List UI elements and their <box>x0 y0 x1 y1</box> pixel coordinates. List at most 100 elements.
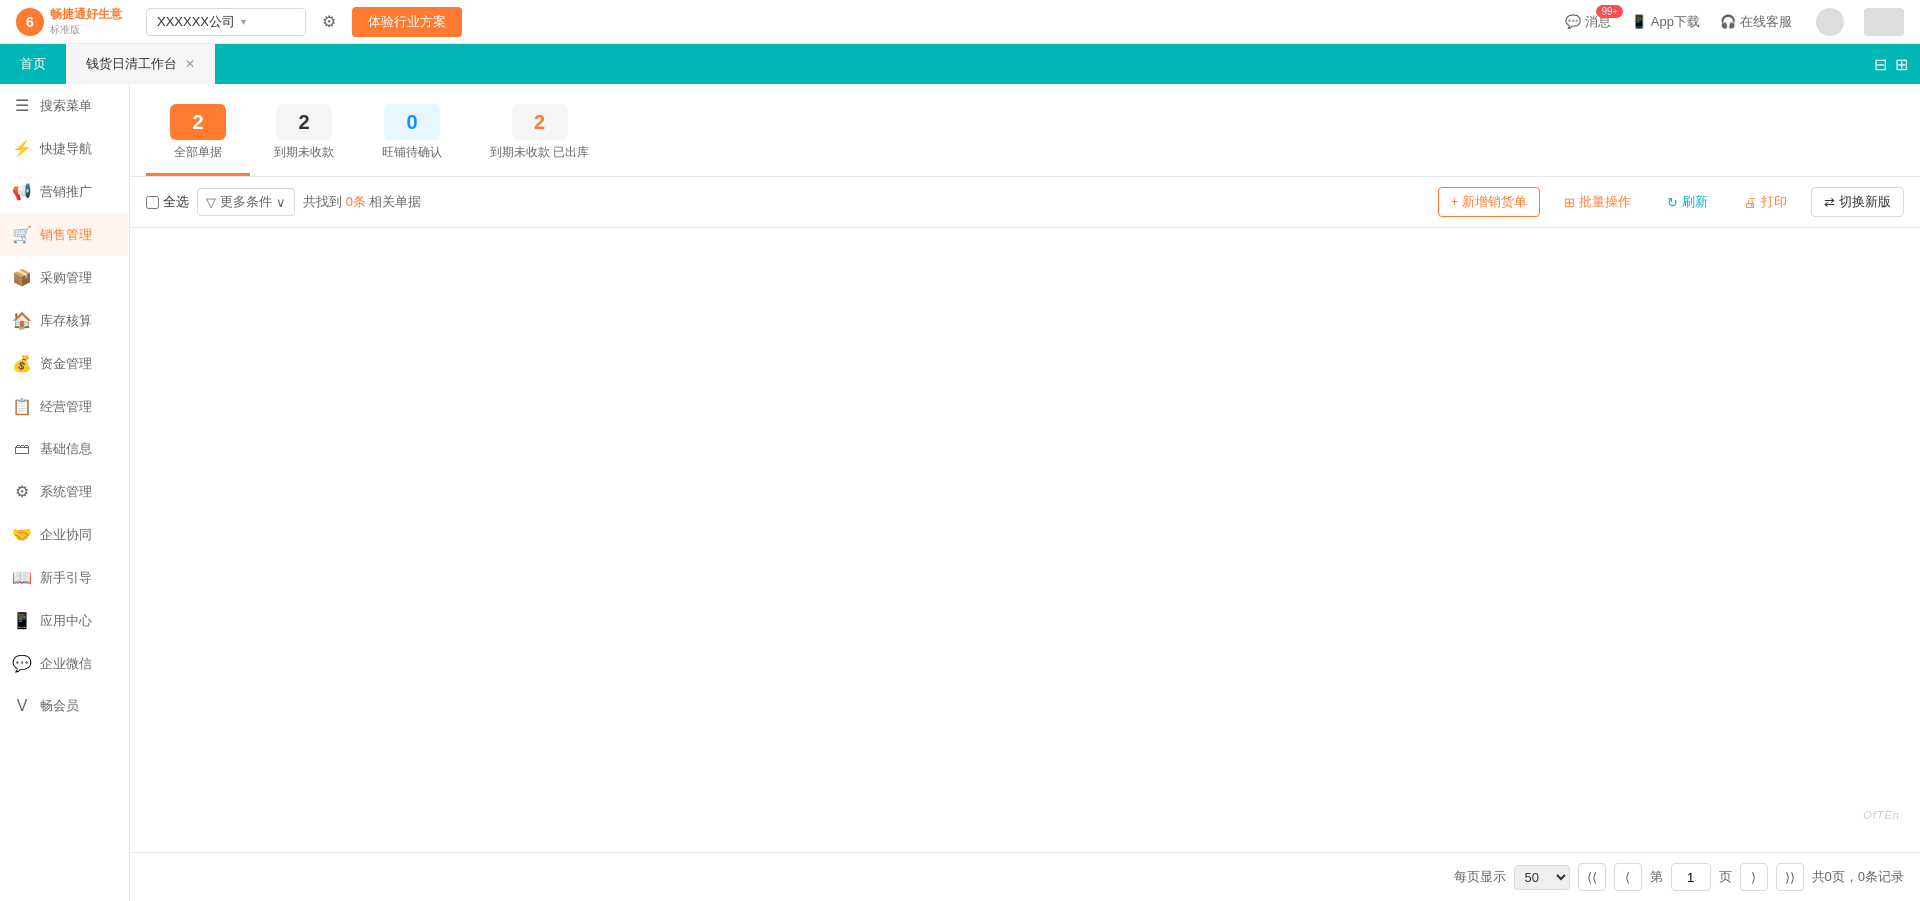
system-icon: ⚙ <box>12 482 32 501</box>
sidebar-item-search[interactable]: ☰ 搜索菜单 <box>0 84 129 127</box>
enterprise-icon: 🤝 <box>12 525 32 544</box>
basic-info-icon: 🗃 <box>12 440 32 458</box>
sidebar-enterprise-label: 企业协同 <box>40 526 92 544</box>
tab-minimize-button[interactable]: ⊟ <box>1874 55 1887 74</box>
per-page-label: 每页显示 <box>1454 868 1506 886</box>
found-count: 0条 <box>346 194 366 209</box>
sidebar-inventory-label: 库存核算 <box>40 312 92 330</box>
sidebar-app-center-label: 应用中心 <box>40 612 92 630</box>
message-badge: 99+ <box>1596 5 1622 18</box>
sidebar-member-label: 畅会员 <box>40 697 79 715</box>
message-icon: 💬 <box>1565 14 1581 29</box>
main-content: 2 全部单据 2 到期未收款 0 旺铺待确认 2 到期未收款 已出库 全选 <box>130 84 1920 901</box>
wechat-icon: 💬 <box>12 654 32 673</box>
refresh-label: 刷新 <box>1682 193 1708 211</box>
avatar[interactable] <box>1816 8 1844 36</box>
online-service-button[interactable]: 🎧 在线客服 <box>1720 13 1792 31</box>
stat-tab-shipped[interactable]: 2 到期未收款 已出库 <box>466 96 613 176</box>
app-download-button[interactable]: 📱 App下载 <box>1631 13 1700 31</box>
prev-page-button[interactable]: ⟨ <box>1614 863 1642 891</box>
toolbar-left: 全选 ▽ 更多条件 ∨ 共找到 0条 相关单据 <box>146 188 1426 216</box>
logo-badge: 标准版 <box>50 23 122 37</box>
switch-version-button[interactable]: ⇄ 切换新版 <box>1811 187 1904 217</box>
sidebar-item-system[interactable]: ⚙ 系统管理 <box>0 470 129 513</box>
user-panel[interactable] <box>1864 8 1904 36</box>
more-filter-button[interactable]: ▽ 更多条件 ∨ <box>197 188 295 216</box>
sidebar-search-label: 搜索菜单 <box>40 97 92 115</box>
sidebar-item-guide[interactable]: 📖 新手引导 <box>0 556 129 599</box>
sidebar-item-purchase[interactable]: 📦 采购管理 <box>0 256 129 299</box>
sidebar-item-wechat[interactable]: 💬 企业微信 <box>0 642 129 685</box>
stat-tab-overdue[interactable]: 2 到期未收款 <box>250 96 358 176</box>
select-all-input[interactable] <box>146 196 159 209</box>
sidebar-item-operation[interactable]: 📋 经营管理 <box>0 385 129 428</box>
tab-workbench[interactable]: 钱货日清工作台 ✕ <box>66 44 215 84</box>
batch-label: 批量操作 <box>1579 193 1631 211</box>
first-page-button[interactable]: ⟨⟨ <box>1578 863 1606 891</box>
batch-operation-button[interactable]: ⊞ 批量操作 <box>1552 188 1643 216</box>
settings-button[interactable]: ⚙ <box>318 8 340 35</box>
sales-icon: 🛒 <box>12 225 32 244</box>
sidebar-item-member[interactable]: V 畅会员 <box>0 685 129 727</box>
stat-number-pending: 0 <box>384 104 440 140</box>
sidebar-item-finance[interactable]: 💰 资金管理 <box>0 342 129 385</box>
chevron-down-icon: ▾ <box>241 16 246 27</box>
stat-tab-pending[interactable]: 0 旺铺待确认 <box>358 96 466 176</box>
stat-number-overdue: 2 <box>276 104 332 140</box>
print-label: 打印 <box>1761 193 1787 211</box>
brand-watermark: OfTEn <box>1863 809 1900 821</box>
stat-label-shipped: 到期未收款 已出库 <box>490 144 589 161</box>
main-layout: ☰ 搜索菜单 ⚡ 快捷导航 📢 营销推广 🛒 销售管理 📦 采购管理 🏠 库存核… <box>0 84 1920 901</box>
sidebar-sales-label: 销售管理 <box>40 226 92 244</box>
sidebar-purchase-label: 采购管理 <box>40 269 92 287</box>
last-page-button[interactable]: ⟩⟩ <box>1776 863 1804 891</box>
trial-button[interactable]: 体验行业方案 <box>352 7 462 37</box>
toolbar: 全选 ▽ 更多条件 ∨ 共找到 0条 相关单据 + 新增销货单 ⊞ 批量操作 <box>130 177 1920 228</box>
refresh-icon: ↻ <box>1667 195 1678 210</box>
tab-home[interactable]: 首页 <box>0 44 66 84</box>
tab-home-label: 首页 <box>20 55 46 73</box>
download-icon: 📱 <box>1631 14 1647 29</box>
sidebar-item-inventory[interactable]: 🏠 库存核算 <box>0 299 129 342</box>
message-button[interactable]: 💬 消息 99+ <box>1565 13 1611 31</box>
guide-icon: 📖 <box>12 568 32 587</box>
tab-close-button[interactable]: ✕ <box>185 57 195 71</box>
sidebar-item-basic-info[interactable]: 🗃 基础信息 <box>0 428 129 470</box>
next-page-button[interactable]: ⟩ <box>1740 863 1768 891</box>
stat-label-all: 全部单据 <box>174 144 222 161</box>
select-all-checkbox[interactable]: 全选 <box>146 193 189 211</box>
stat-label-overdue: 到期未收款 <box>274 144 334 161</box>
refresh-button[interactable]: ↻ 刷新 <box>1655 188 1720 216</box>
quick-nav-icon: ⚡ <box>12 139 32 158</box>
page-label: 第 <box>1650 868 1663 886</box>
search-menu-icon: ☰ <box>12 96 32 115</box>
service-icon: 🎧 <box>1720 14 1736 29</box>
new-sales-order-button[interactable]: + 新增销货单 <box>1438 187 1540 217</box>
stats-tabs: 2 全部单据 2 到期未收款 0 旺铺待确认 2 到期未收款 已出库 <box>130 84 1920 177</box>
stat-label-pending: 旺铺待确认 <box>382 144 442 161</box>
sidebar-item-marketing[interactable]: 📢 营销推广 <box>0 170 129 213</box>
tab-actions: ⊟ ⊞ <box>1874 55 1920 74</box>
stat-number-shipped: 2 <box>512 104 568 140</box>
sidebar-item-app-center[interactable]: 📱 应用中心 <box>0 599 129 642</box>
company-selector[interactable]: XXXXXX公司 ▾ <box>146 8 306 36</box>
sidebar-item-sales[interactable]: 🛒 销售管理 <box>0 213 129 256</box>
header-right: 💬 消息 99+ 📱 App下载 🎧 在线客服 <box>1565 8 1904 36</box>
pagination-bar: 每页显示 50 100 200 ⟨⟨ ⟨ 第 页 ⟩ ⟩⟩ 共0页，0条记录 <box>130 852 1920 901</box>
app-center-icon: 📱 <box>12 611 32 630</box>
found-text: 共找到 0条 相关单据 <box>303 193 421 211</box>
sidebar-item-quick-nav[interactable]: ⚡ 快捷导航 <box>0 127 129 170</box>
stat-tab-all[interactable]: 2 全部单据 <box>146 96 250 176</box>
company-name: XXXXXX公司 <box>157 13 235 31</box>
table-area <box>130 228 1920 852</box>
per-page-select[interactable]: 50 100 200 <box>1514 865 1570 890</box>
sidebar-system-label: 系统管理 <box>40 483 92 501</box>
page-input[interactable] <box>1671 863 1711 891</box>
operation-icon: 📋 <box>12 397 32 416</box>
print-button[interactable]: 🖨 打印 <box>1732 188 1799 216</box>
sidebar-item-enterprise[interactable]: 🤝 企业协同 <box>0 513 129 556</box>
print-icon: 🖨 <box>1744 195 1757 210</box>
tab-expand-button[interactable]: ⊞ <box>1895 55 1908 74</box>
total-text: 共0页，0条记录 <box>1812 868 1904 886</box>
app-download-label: App下载 <box>1651 13 1700 31</box>
